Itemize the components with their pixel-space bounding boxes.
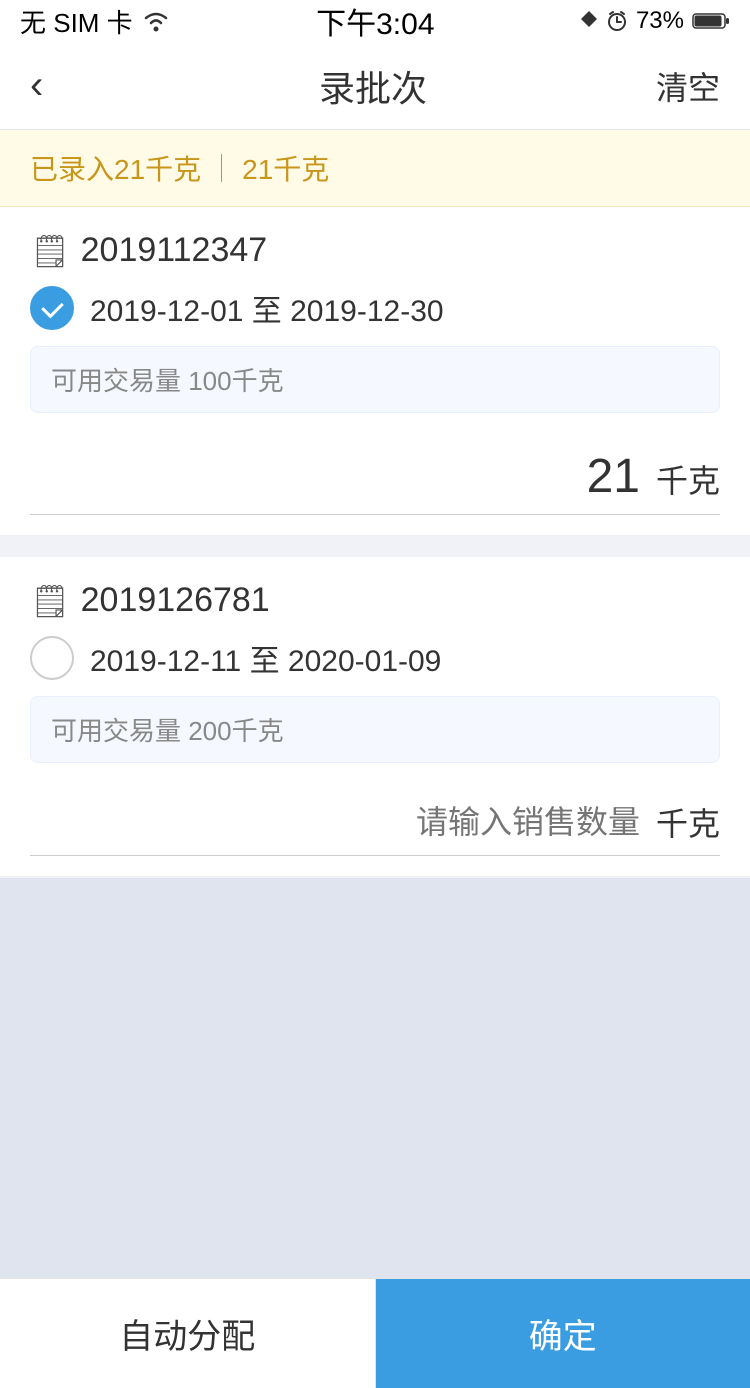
content-area: 🗒 2019112347 2019-12-01 至 2019-12-30 可用交… (0, 207, 750, 1278)
batch-2-input-row: 千克 (0, 783, 750, 855)
nav-bar: ‹ 录批次 清空 (0, 42, 750, 130)
batch-1-number: 2019112347 (81, 231, 268, 270)
alarm-icon (606, 10, 628, 32)
summary-divider (221, 154, 222, 182)
batch-1-date-row: 2019-12-01 至 2019-12-30 (0, 278, 750, 346)
batch-2-qty-input[interactable] (30, 804, 640, 841)
status-right: 73% (580, 7, 730, 35)
batch-2-doc-icon: 🗒 (30, 582, 71, 620)
batch-1-available: 可用交易量 100千克 (30, 346, 720, 413)
bottom-bar: 自动分配 确定 (0, 1278, 750, 1388)
batch-2-date-row: 2019-12-11 至 2020-01-09 (0, 628, 750, 696)
battery-icon (692, 11, 730, 31)
battery-percent: 73% (636, 7, 684, 35)
batch-card-1: 🗒 2019112347 2019-12-01 至 2019-12-30 可用交… (0, 207, 750, 535)
batch-card-2: 🗒 2019126781 2019-12-11 至 2020-01-09 可用交… (0, 557, 750, 876)
batch-1-radio[interactable] (30, 286, 74, 330)
batch-1-amount-unit: 千克 (656, 456, 720, 502)
clear-button[interactable]: 清空 (656, 63, 720, 109)
batch-1-amount-row: 21 千克 (0, 433, 750, 514)
batch-2-date: 2019-12-11 至 2020-01-09 (90, 636, 441, 680)
status-left: 无 SIM 卡 (20, 3, 171, 40)
batch-2-unit: 千克 (656, 799, 720, 845)
summary-bar: 已录入21千克 21千克 (0, 130, 750, 207)
gray-area (0, 878, 750, 1278)
location-icon (580, 10, 598, 32)
batch-1-amount-value: 21 (587, 449, 640, 504)
card-separator-1 (0, 537, 750, 557)
recorded-label: 已录入21千克 (30, 148, 201, 188)
batch-1-date: 2019-12-01 至 2019-12-30 (90, 286, 444, 330)
no-sim-label: 无 SIM 卡 (20, 3, 133, 40)
total-label: 21千克 (242, 148, 329, 188)
batch-2-number: 2019126781 (81, 581, 270, 620)
wifi-icon (141, 10, 171, 32)
batch-2-header: 🗒 2019126781 (0, 557, 750, 628)
page-title: 录批次 (319, 60, 427, 112)
back-button[interactable]: ‹ (30, 63, 90, 108)
status-bar: 无 SIM 卡 下午3:04 73% (0, 0, 750, 42)
batch-1-doc-icon: 🗒 (30, 232, 71, 270)
batch-2-radio[interactable] (30, 636, 74, 680)
status-time: 下午3:04 (316, 0, 434, 43)
batch-2-available: 可用交易量 200千克 (30, 696, 720, 763)
batch-1-header: 🗒 2019112347 (0, 207, 750, 278)
